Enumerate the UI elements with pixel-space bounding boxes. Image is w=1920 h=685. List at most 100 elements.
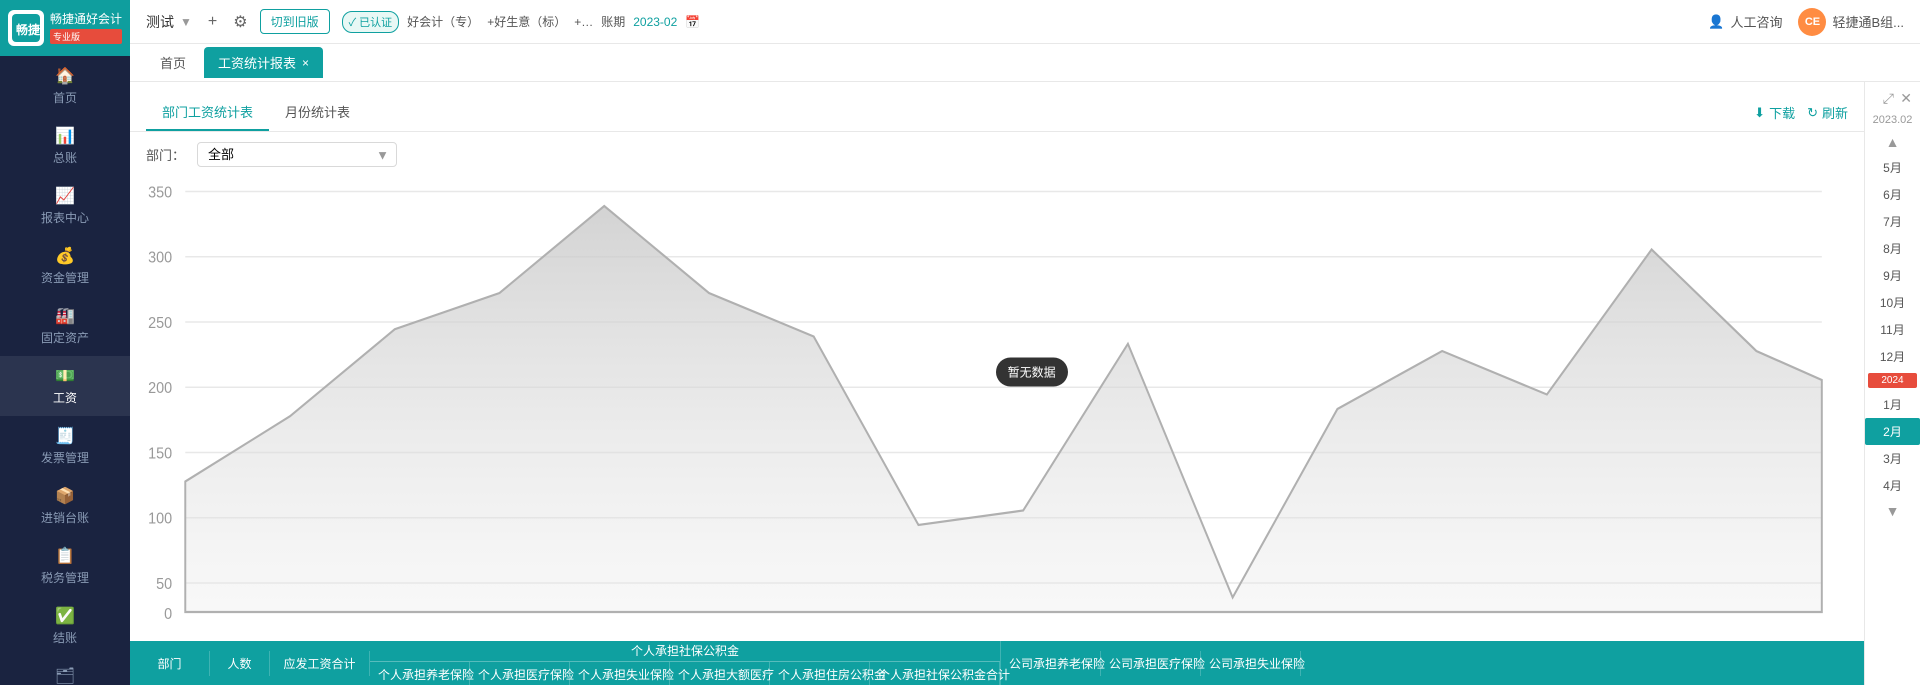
user-name: 轻捷通B组... xyxy=(1832,12,1904,31)
sidebar-item-tax[interactable]: 📋 税务管理 xyxy=(0,536,130,596)
month-8[interactable]: 8月 xyxy=(1865,235,1920,262)
tab-home[interactable]: 首页 xyxy=(146,47,200,78)
tab-payroll-report[interactable]: 工资统计报表 × xyxy=(204,47,323,78)
sidebar-item-label: 资金管理 xyxy=(41,269,89,286)
col-personal-unemployment: 个人承担失业保险 xyxy=(570,662,670,685)
month-12[interactable]: 12月 xyxy=(1865,343,1920,370)
panel-expand-button[interactable]: ⤢ xyxy=(1879,88,1898,109)
sub-tab-dept[interactable]: 部门工资统计表 xyxy=(146,94,269,131)
chart-svg: 350 300 250 200 150 100 50 0 xyxy=(146,177,1848,641)
consult-label: 人工咨询 xyxy=(1730,12,1782,31)
sidebar-item-fixed-assets[interactable]: 🏭 固定资产 xyxy=(0,296,130,356)
sidebar-item-reports[interactable]: 📈 报表中心 xyxy=(0,176,130,236)
consult-button[interactable]: 👤 人工咨询 xyxy=(1708,12,1782,31)
svg-text:350: 350 xyxy=(148,184,172,202)
ledger-icon: 📊 xyxy=(55,126,75,146)
month-navigator: ▲ 5月 6月 7月 8月 9月 10月 11月 12月 2024 1月 2月 … xyxy=(1865,130,1920,523)
sub-tab-monthly[interactable]: 月份统计表 xyxy=(269,94,366,131)
switch-version-button[interactable]: 切到旧版 xyxy=(260,9,330,34)
download-button[interactable]: ⬇ 下载 xyxy=(1754,103,1795,122)
col-headcount: 人数 xyxy=(210,651,270,676)
sub-tabs: 部门工资统计表 月份统计表 ⬇ 下载 ↻ 刷新 xyxy=(130,82,1864,132)
refresh-icon: ↻ xyxy=(1807,105,1818,121)
app-subtitle: 专业版 xyxy=(50,29,122,44)
year-display[interactable]: 2023.02 xyxy=(1873,114,1913,126)
col-personal-total: 个人承担社保公积金合计 xyxy=(870,662,1000,685)
sidebar-item-label: 结账 xyxy=(53,629,77,646)
tab-close-icon[interactable]: × xyxy=(302,56,309,70)
inventory-icon: 📦 xyxy=(55,486,75,506)
col-personal-group-title: 个人承担社保公积金 xyxy=(370,641,1000,662)
filter-toolbar: 部门： 全部 ▼ xyxy=(130,132,1864,177)
consult-icon: 👤 xyxy=(1708,14,1724,30)
sidebar-item-archive[interactable]: 🗂 归档管理 xyxy=(0,656,130,685)
sidebar-item-closing[interactable]: ✅ 结账 xyxy=(0,596,130,656)
sidebar-item-home[interactable]: 🏠 首页 xyxy=(0,56,130,116)
content-area: 部门工资统计表 月份统计表 ⬇ 下载 ↻ 刷新 xyxy=(130,82,1920,685)
month-nav-up[interactable]: ▲ xyxy=(1886,130,1900,154)
month-1[interactable]: 1月 xyxy=(1865,391,1920,418)
col-company-unemployment: 公司承担失业保险 xyxy=(1201,651,1301,676)
sidebar-item-label: 首页 xyxy=(53,89,77,106)
month-nav-down[interactable]: ▼ xyxy=(1886,499,1900,523)
logo-icon: 畅捷 xyxy=(8,10,44,46)
month-10[interactable]: 10月 xyxy=(1865,289,1920,316)
svg-text:畅捷: 畅捷 xyxy=(16,22,40,37)
month-9[interactable]: 9月 xyxy=(1865,262,1920,289)
closing-icon: ✅ xyxy=(55,606,75,626)
month-5[interactable]: 5月 xyxy=(1865,154,1920,181)
panel-close-button[interactable]: ✕ xyxy=(1896,88,1916,109)
sidebar: 畅捷 畅捷通好会计 专业版 🏠 首页 📊 总账 📈 报表中心 💰 资金管理 🏭 … xyxy=(0,0,130,685)
sidebar-item-label: 总账 xyxy=(53,149,77,166)
tax-icon: 📋 xyxy=(55,546,75,566)
settings-button[interactable]: ⚙ xyxy=(229,10,251,34)
col-personal-housing: 个人承担住房公积金 xyxy=(770,662,870,685)
user-menu[interactable]: CE 轻捷通B组... xyxy=(1798,8,1904,36)
sidebar-item-label: 工资 xyxy=(53,389,77,406)
add-button[interactable]: + xyxy=(204,11,221,33)
sub-tab-dept-label: 部门工资统计表 xyxy=(162,105,253,120)
tab-home-label: 首页 xyxy=(160,53,186,72)
project-arrow-icon: ▼ xyxy=(180,15,192,29)
sidebar-item-general-ledger[interactable]: 📊 总账 xyxy=(0,116,130,176)
sidebar-item-label: 发票管理 xyxy=(41,449,89,466)
reports-icon: 📈 xyxy=(55,186,75,206)
month-2-active[interactable]: 2月 xyxy=(1865,418,1920,445)
sidebar-item-finance[interactable]: 💰 资金管理 xyxy=(0,236,130,296)
topbar: 测试 ▼ + ⚙ 切到旧版 ✓ 已认证 好会计（专） +好生意（标） +… 账期… xyxy=(130,0,1920,44)
month-11[interactable]: 11月 xyxy=(1865,316,1920,343)
project-selector[interactable]: 测试 ▼ xyxy=(146,12,192,32)
sub-tab-monthly-label: 月份统计表 xyxy=(285,105,350,120)
table-header: 部门 人数 应发工资合计 个人承担社保公积金 个人承担养老保险 个人承担医疗保险… xyxy=(130,641,1864,685)
svg-text:200: 200 xyxy=(148,379,172,397)
project-name: 测试 xyxy=(146,12,174,32)
sidebar-item-inventory[interactable]: 📦 进销台账 xyxy=(0,476,130,536)
month-3[interactable]: 3月 xyxy=(1865,445,1920,472)
month-6[interactable]: 6月 xyxy=(1865,181,1920,208)
sidebar-item-invoice[interactable]: 🧾 发票管理 xyxy=(0,416,130,476)
status-more: +… xyxy=(574,15,593,29)
status-good: 好会计（专） xyxy=(407,13,479,30)
status-business: +好生意（标） xyxy=(487,13,566,30)
finance-icon: 💰 xyxy=(55,246,75,266)
month-7[interactable]: 7月 xyxy=(1865,208,1920,235)
col-personal-serious-medical: 个人承担大额医疗 xyxy=(670,662,770,685)
main-area: 测试 ▼ + ⚙ 切到旧版 ✓ 已认证 好会计（专） +好生意（标） +… 账期… xyxy=(130,0,1920,685)
dept-label: 部门： xyxy=(146,145,185,164)
dept-select[interactable]: 全部 xyxy=(197,142,397,167)
sidebar-item-label: 税务管理 xyxy=(41,569,89,586)
year-2024-tag: 2024 xyxy=(1868,373,1918,388)
calendar-icon[interactable]: 📅 xyxy=(685,15,700,29)
month-4[interactable]: 4月 xyxy=(1865,472,1920,499)
col-personal-medical: 个人承担医疗保险 xyxy=(470,662,570,685)
app-name: 畅捷通好会计 xyxy=(50,12,122,28)
topbar-actions: + ⚙ 切到旧版 xyxy=(204,9,330,34)
chart-area: 350 300 250 200 150 100 50 0 xyxy=(130,177,1864,641)
sidebar-item-payroll[interactable]: 💵 工资 xyxy=(0,356,130,416)
sidebar-logo: 畅捷 畅捷通好会计 专业版 xyxy=(0,0,130,56)
sidebar-item-label: 进销台账 xyxy=(41,509,89,526)
tabs-bar: 首页 工资统计报表 × xyxy=(130,44,1920,82)
refresh-button[interactable]: ↻ 刷新 xyxy=(1807,103,1848,122)
col-personal-pension: 个人承担养老保险 xyxy=(370,662,470,685)
dept-select-wrap: 全部 ▼ xyxy=(197,142,397,167)
